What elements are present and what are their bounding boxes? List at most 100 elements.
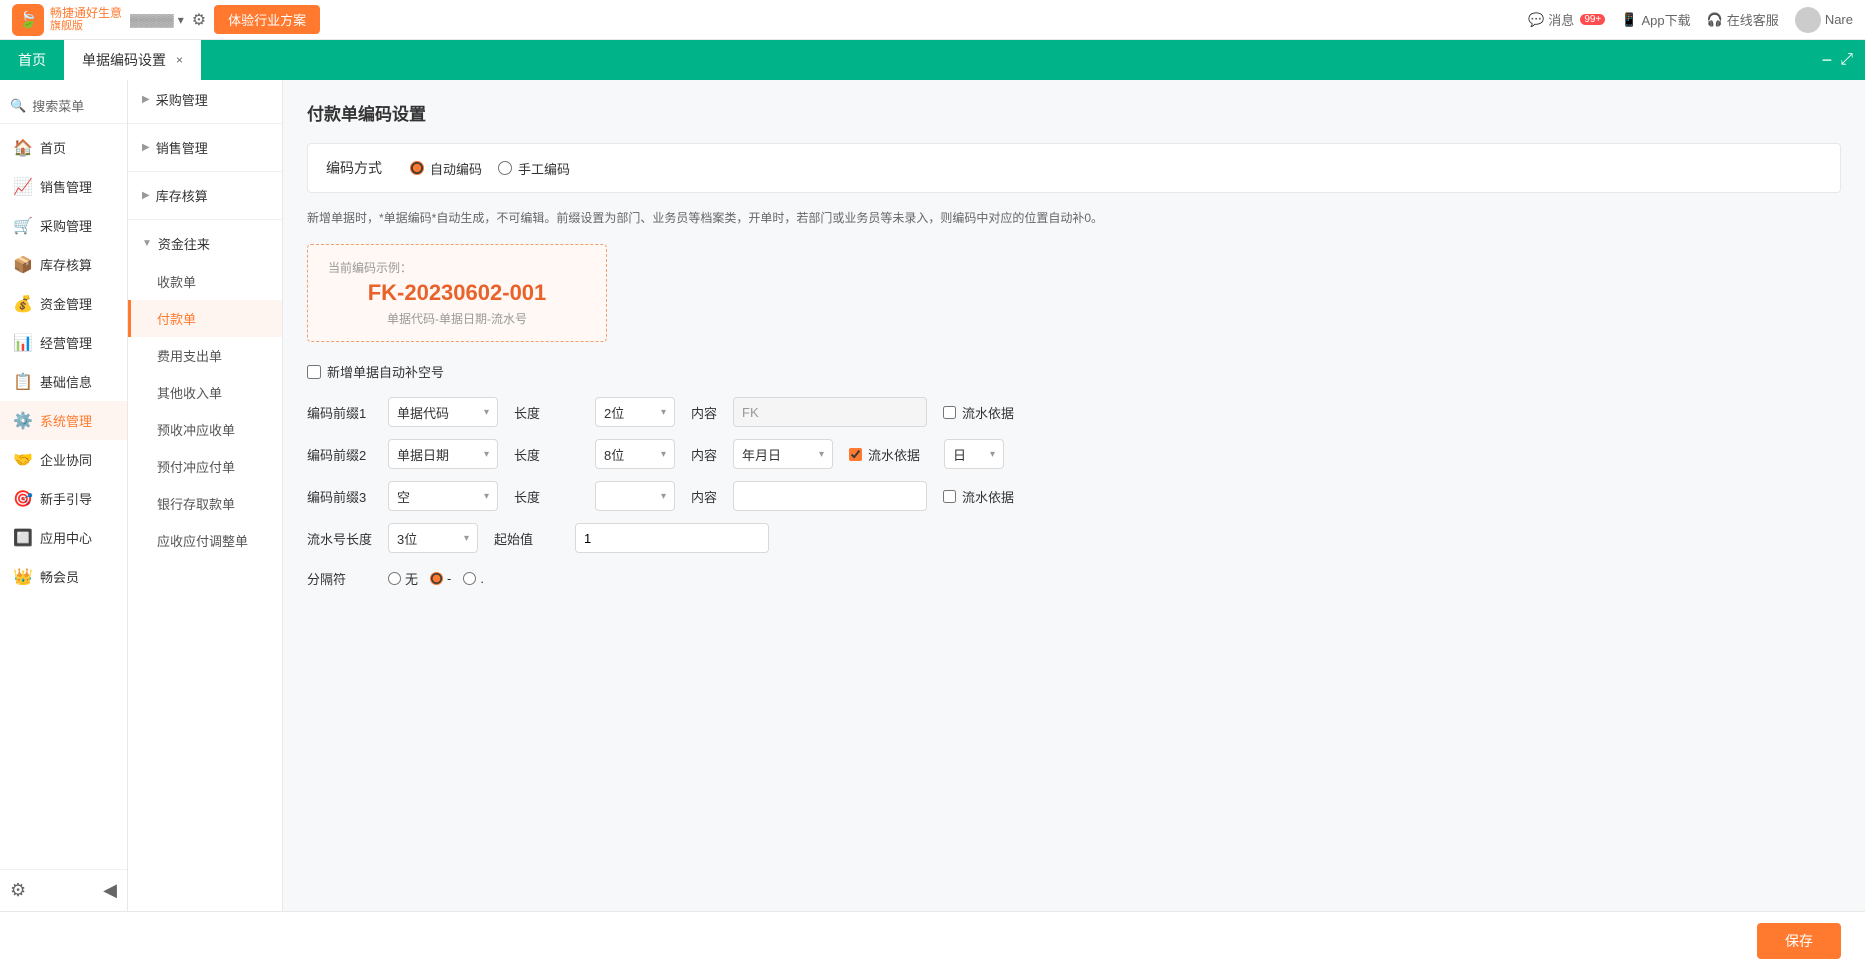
- minimize-icon[interactable]: −: [1822, 50, 1833, 71]
- prefix3-content-input[interactable]: [733, 481, 927, 511]
- prefix2-serial-checkbox-group: 流水依据: [849, 445, 920, 464]
- prefix3-select[interactable]: 空 ▾: [388, 481, 498, 511]
- prefix2-select-arrow-icon: ▾: [484, 449, 489, 460]
- sidebar-item-system[interactable]: ⚙️ 系统管理: [0, 401, 127, 440]
- sep-radio-dot[interactable]: .: [463, 571, 484, 586]
- topbar-controls: ▓▓▓▓▓ ▾ ⚙ 体验行业方案: [130, 5, 320, 34]
- prefix3-label: 编码前缀3: [307, 487, 372, 506]
- sec-group-inventory-header[interactable]: ▶ 库存核算: [128, 176, 282, 215]
- headset-icon: 🎧: [1707, 12, 1723, 28]
- operations-icon: 📊: [14, 334, 32, 352]
- prefix1-serial-checkbox-group: 流水依据: [943, 403, 1014, 422]
- sidebar-bottom: ⚙ ◀: [0, 869, 127, 911]
- prefix2-length-select[interactable]: 8位 ▾: [595, 439, 675, 469]
- prefix1-content-input: [733, 397, 927, 427]
- sec-item-receivable-adjust[interactable]: 应收应付调整单: [128, 522, 282, 559]
- prefix3-select-arrow-icon: ▾: [484, 491, 489, 502]
- member-icon: 👑: [14, 568, 32, 586]
- sidebar-item-operations[interactable]: 📊 经营管理: [0, 323, 127, 362]
- serial-start-input[interactable]: [575, 523, 769, 553]
- sep-radio-dash-input[interactable]: [430, 572, 443, 585]
- sep-radio-none-input[interactable]: [388, 572, 401, 585]
- prefix1-length-select[interactable]: 2位 ▾: [595, 397, 675, 427]
- page-title: 付款单编码设置: [307, 100, 1841, 125]
- sec-item-bank-deposit[interactable]: 银行存取款单: [128, 485, 282, 522]
- restore-icon[interactable]: ⤢: [1840, 51, 1853, 69]
- industry-btn[interactable]: 体验行业方案: [214, 5, 320, 34]
- sec-group-inventory: ▶ 库存核算: [128, 176, 282, 215]
- serial-length-select[interactable]: 3位 ▾: [388, 523, 478, 553]
- dropdown-arrow-icon: ▾: [178, 13, 184, 27]
- sidebar-item-sales[interactable]: 📈 销售管理: [0, 167, 127, 206]
- phone-icon: 📱: [1621, 12, 1637, 28]
- radio-auto-input[interactable]: [410, 161, 424, 175]
- sec-item-receipt[interactable]: 收款单: [128, 263, 282, 300]
- prefix2-serial-checkbox[interactable]: [849, 448, 862, 461]
- prefix3-length-select[interactable]: ▾: [595, 481, 675, 511]
- tab-close-icon[interactable]: ×: [176, 53, 183, 67]
- sec-item-prepay-receivable[interactable]: 预收冲应收单: [128, 411, 282, 448]
- sidebar-item-purchase[interactable]: 🛒 采购管理: [0, 206, 127, 245]
- collapse-icon[interactable]: ◀: [103, 880, 117, 901]
- workspace-dropdown[interactable]: ▓▓▓▓▓ ▾: [130, 13, 184, 27]
- sidebar-item-coop[interactable]: 🤝 企业协同: [0, 440, 127, 479]
- sidebar-item-inventory[interactable]: 📦 库存核算: [0, 245, 127, 284]
- serial-row: 流水号长度 3位 ▾ 起始值: [307, 523, 1841, 553]
- sep-radio-none[interactable]: 无: [388, 569, 418, 588]
- sec-group-fund-header[interactable]: ▼ 资金往来: [128, 224, 282, 263]
- radio-manual[interactable]: 手工编码: [498, 159, 570, 178]
- prefix1-select-arrow-icon: ▾: [484, 407, 489, 418]
- prefix1-serial-checkbox[interactable]: [943, 406, 956, 419]
- app-download-item[interactable]: 📱 App下载: [1621, 10, 1690, 29]
- sidebar-item-finance[interactable]: 💰 资金管理: [0, 284, 127, 323]
- sidebar-item-member[interactable]: 👑 畅会员: [0, 557, 127, 596]
- sep-radio-dash[interactable]: -: [430, 571, 451, 586]
- user-avatar-item[interactable]: Nare: [1795, 7, 1853, 33]
- online-service-item[interactable]: 🎧 在线客服: [1707, 10, 1779, 29]
- message-item[interactable]: 💬 消息 99+: [1528, 10, 1605, 29]
- prefix2-select[interactable]: 单据日期 ▾: [388, 439, 498, 469]
- sidebar-item-guide[interactable]: 🎯 新手引导: [0, 479, 127, 518]
- prefix2-day-arrow-icon: ▾: [990, 449, 995, 460]
- tab-home[interactable]: 首页: [0, 40, 64, 80]
- apps-icon: 🔲: [14, 529, 32, 547]
- prefix1-label: 编码前缀1: [307, 403, 372, 422]
- sidebar-item-basic[interactable]: 📋 基础信息: [0, 362, 127, 401]
- prefix2-day-select[interactable]: 日 ▾: [944, 439, 1004, 469]
- guide-icon: 🎯: [14, 490, 32, 508]
- system-icon: ⚙️: [14, 412, 32, 430]
- message-icon: 💬: [1528, 12, 1544, 28]
- purchase-icon: 🛒: [14, 217, 32, 235]
- prefix2-content-arrow-icon: ▾: [819, 449, 824, 460]
- sec-item-other-income[interactable]: 其他收入单: [128, 374, 282, 411]
- sec-item-expense[interactable]: 费用支出单: [128, 337, 282, 374]
- sec-group-purchase-header[interactable]: ▶ 采购管理: [128, 80, 282, 119]
- brand-icon: 🍃: [12, 4, 44, 36]
- search-menu-item[interactable]: 🔍 搜索菜单: [0, 88, 127, 124]
- prefix3-serial-checkbox-group: 流水依据: [943, 487, 1014, 506]
- sidebar-item-home[interactable]: 🏠 首页: [0, 128, 127, 167]
- topbar-right: 💬 消息 99+ 📱 App下载 🎧 在线客服 Nare: [1528, 7, 1853, 33]
- sec-item-payment[interactable]: 付款单: [128, 300, 282, 337]
- sec-group-sales-header[interactable]: ▶ 销售管理: [128, 128, 282, 167]
- sec-group-fund: ▼ 资金往来 收款单 付款单 费用支出单 其他收入单 预收冲应收单 预付冲应付单…: [128, 224, 282, 559]
- sep-radio-dot-input[interactable]: [463, 572, 476, 585]
- message-badge: 99+: [1580, 14, 1605, 25]
- sales-icon: 📈: [14, 178, 32, 196]
- settings-bottom-icon[interactable]: ⚙: [10, 880, 26, 901]
- settings-icon[interactable]: ⚙: [192, 10, 206, 30]
- sec-item-prepay-payable[interactable]: 预付冲应付单: [128, 448, 282, 485]
- tab-encoding-settings[interactable]: 单据编码设置 ×: [64, 40, 201, 80]
- sidebar-item-apps[interactable]: 🔲 应用中心: [0, 518, 127, 557]
- auto-fill-checkbox[interactable]: [307, 365, 321, 379]
- arrow-inventory-icon: ▶: [142, 190, 150, 201]
- encoding-method-row: 编码方式 自动编码 手工编码: [326, 158, 1822, 178]
- example-prefix-label: 当前编码示例：: [328, 259, 586, 276]
- prefix1-select[interactable]: 单据代码 ▾: [388, 397, 498, 427]
- prefix1-row: 编码前缀1 单据代码 ▾ 长度 2位 ▾ 内容 流水依据: [307, 397, 1841, 427]
- radio-auto[interactable]: 自动编码: [410, 159, 482, 178]
- prefix3-serial-checkbox[interactable]: [943, 490, 956, 503]
- save-button[interactable]: 保存: [1757, 923, 1841, 959]
- prefix2-content-select[interactable]: 年月日 ▾: [733, 439, 833, 469]
- radio-manual-input[interactable]: [498, 161, 512, 175]
